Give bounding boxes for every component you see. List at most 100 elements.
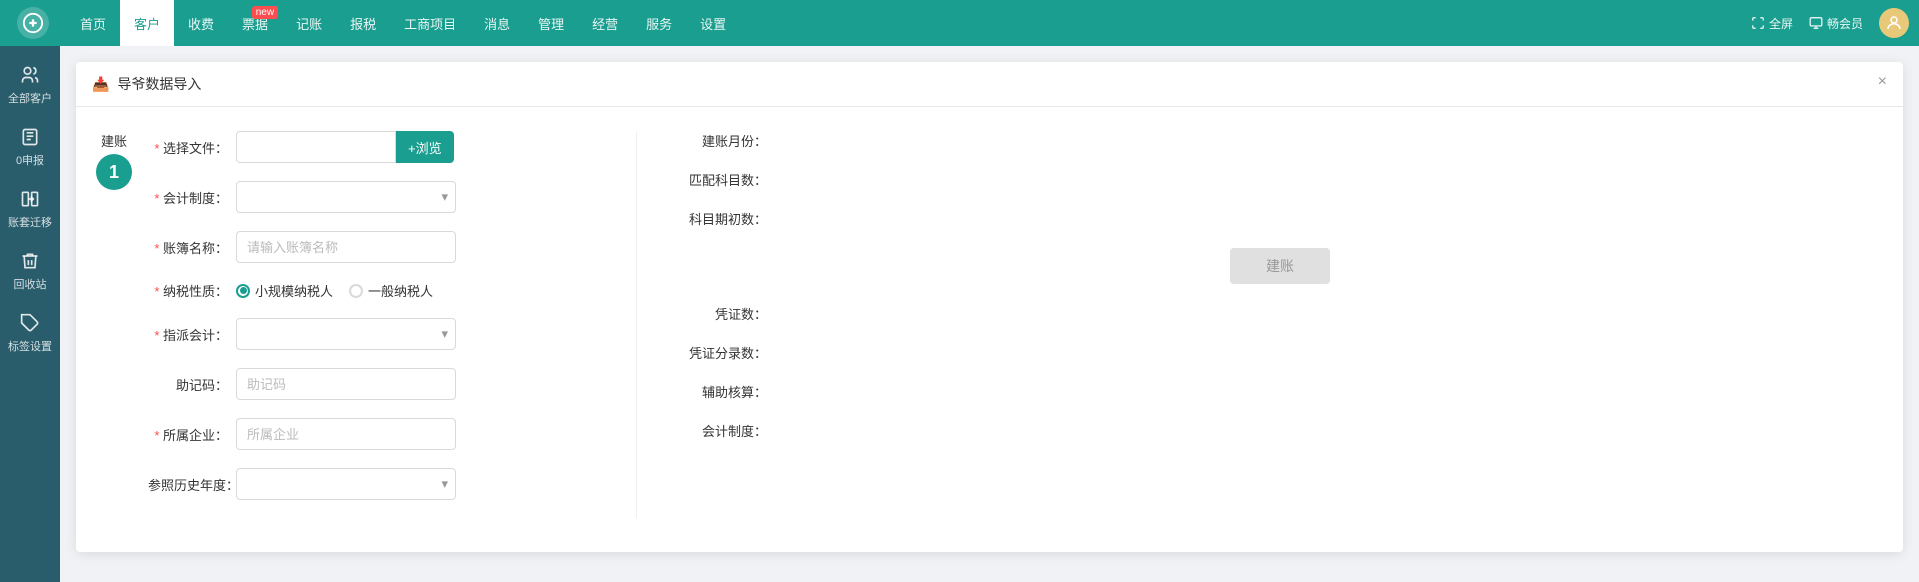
app-logo <box>10 0 56 46</box>
tax-type-row: 纳税性质： 小规模纳税人 一般纳税人 <box>148 281 616 300</box>
top-navigation: 首页 客户 收费 票据 new 记账 报税 工商项目 消息 管理 经营 服务 设… <box>0 0 1919 46</box>
tax-type-radio-group: 小规模纳税人 一般纳税人 <box>236 281 433 300</box>
nav-item-management[interactable]: 管理 <box>524 0 578 46</box>
ref-year-label: 参照历史年度： <box>148 475 228 494</box>
nav-item-home[interactable]: 首页 <box>66 0 120 46</box>
nav-item-fees[interactable]: 收费 <box>174 0 228 46</box>
sidebar-item-zero-report[interactable]: 0申报 <box>0 116 60 178</box>
sidebar-label-all-customers: 全部客户 <box>8 90 52 106</box>
voucher-count-label: 凭证数： <box>677 304 767 323</box>
radio-small-scale-icon <box>236 284 250 298</box>
file-label: 选择文件： <box>148 138 228 157</box>
nav-item-operation[interactable]: 经营 <box>578 0 632 46</box>
form-right-section: 建账月份： 匹配科目数： 科目期初数： 建账 凭证数： <box>636 131 1883 518</box>
browse-button[interactable]: +浏览 <box>396 131 454 163</box>
sidebar-label-tags: 标签设置 <box>8 338 52 354</box>
main-content: 📥 导爷数据导入 × 建账 1 选择文件： +浏览 <box>60 46 1919 582</box>
build-month-label: 建账月份： <box>677 131 767 150</box>
sidebar-label-trash: 回收站 <box>14 276 47 292</box>
radio-general-label: 一般纳税人 <box>368 281 433 300</box>
owner-enterprise-label: 所属企业： <box>148 425 228 444</box>
memo-code-input[interactable] <box>236 368 456 400</box>
step-indicator: 建账 1 <box>96 131 132 190</box>
file-input[interactable] <box>236 131 396 163</box>
accounting-system-select[interactable] <box>236 181 456 213</box>
right-accounting-system-row: 会计制度： <box>677 421 1883 440</box>
tax-general[interactable]: 一般纳税人 <box>349 281 433 300</box>
voucher-entries-row: 凭证分录数： <box>677 343 1883 362</box>
import-dialog: 📥 导爷数据导入 × 建账 1 选择文件： +浏览 <box>76 62 1903 552</box>
nav-items: 首页 客户 收费 票据 new 记账 报税 工商项目 消息 管理 经营 服务 设… <box>66 0 1751 46</box>
nav-right: 全屏 畅会员 <box>1751 8 1909 38</box>
aux-accounting-label: 辅助核算： <box>677 382 767 401</box>
owner-enterprise-row: 所属企业： <box>148 418 616 450</box>
init-balance-row: 科目期初数： <box>677 209 1883 228</box>
match-subjects-label: 匹配科目数： <box>677 170 767 189</box>
migrate-icon <box>19 188 41 210</box>
owner-enterprise-input[interactable] <box>236 418 456 450</box>
accounting-system-label: 会计制度： <box>148 188 228 207</box>
sidebar: 全部客户 0申报 账套迁移 回收站 <box>0 46 60 582</box>
accounting-system-wrapper: ▾ <box>236 181 456 213</box>
memo-code-label: 助记码： <box>148 375 228 394</box>
file-input-group: +浏览 <box>236 131 454 163</box>
sidebar-label-zero-report: 0申报 <box>16 152 44 168</box>
user-avatar[interactable] <box>1879 8 1909 38</box>
trash-icon <box>19 250 41 272</box>
init-balance-label: 科目期初数： <box>677 209 767 228</box>
sidebar-item-trash[interactable]: 回收站 <box>0 240 60 302</box>
assign-accountant-row: 指派会计： ▾ <box>148 318 616 350</box>
import-icon: 📥 <box>92 76 109 93</box>
match-subjects-row: 匹配科目数： <box>677 170 1883 189</box>
radio-small-scale-label: 小规模纳税人 <box>255 281 333 300</box>
users-icon <box>19 64 41 86</box>
close-button[interactable]: × <box>1878 74 1887 90</box>
assign-accountant-wrapper: ▾ <box>236 318 456 350</box>
ledger-name-label: 账簿名称： <box>148 238 228 257</box>
form-left-section: 建账 1 选择文件： +浏览 会计制度： <box>96 131 616 518</box>
report-icon <box>19 126 41 148</box>
new-badge: new <box>252 6 278 19</box>
voucher-count-row: 凭证数： <box>677 304 1883 323</box>
sidebar-item-tags[interactable]: 标签设置 <box>0 302 60 364</box>
file-row: 选择文件： +浏览 <box>148 131 616 163</box>
build-month-row: 建账月份： <box>677 131 1883 150</box>
nav-item-customers[interactable]: 客户 <box>120 0 174 46</box>
build-button[interactable]: 建账 <box>1230 248 1330 284</box>
ref-year-select[interactable] <box>236 468 456 500</box>
ref-year-row: 参照历史年度： ▾ <box>148 468 616 500</box>
accounting-system-row: 会计制度： ▾ <box>148 181 616 213</box>
tax-type-label: 纳税性质： <box>148 281 228 300</box>
assign-accountant-select[interactable] <box>236 318 456 350</box>
ref-year-wrapper: ▾ <box>236 468 456 500</box>
nav-item-messages[interactable]: 消息 <box>470 0 524 46</box>
step-label: 建账 <box>101 131 127 150</box>
nav-item-tickets[interactable]: 票据 new <box>228 0 282 46</box>
right-accounting-system-label: 会计制度： <box>677 421 767 440</box>
nav-item-services[interactable]: 服务 <box>632 0 686 46</box>
ledger-name-row: 账簿名称： <box>148 231 616 263</box>
nav-item-settings[interactable]: 设置 <box>686 0 740 46</box>
nav-item-tax[interactable]: 报税 <box>336 0 390 46</box>
nav-item-business[interactable]: 工商项目 <box>390 0 470 46</box>
step-circle: 1 <box>96 154 132 190</box>
sidebar-item-migrate[interactable]: 账套迁移 <box>0 178 60 240</box>
tag-icon <box>19 312 41 334</box>
form-fields: 选择文件： +浏览 会计制度： ▾ <box>148 131 616 518</box>
tax-small-scale[interactable]: 小规模纳税人 <box>236 281 333 300</box>
dialog-header: 📥 导爷数据导入 × <box>76 62 1903 107</box>
sidebar-label-migrate: 账套迁移 <box>8 214 52 230</box>
radio-general-icon <box>349 284 363 298</box>
fullscreen-button[interactable]: 全屏 <box>1751 15 1793 32</box>
member-button[interactable]: 畅会员 <box>1809 15 1863 32</box>
ledger-name-input[interactable] <box>236 231 456 263</box>
voucher-entries-label: 凭证分录数： <box>677 343 767 362</box>
sidebar-item-all-customers[interactable]: 全部客户 <box>0 54 60 116</box>
nav-item-bookkeeping[interactable]: 记账 <box>282 0 336 46</box>
dialog-title: 导爷数据导入 <box>117 74 201 94</box>
memo-code-row: 助记码： <box>148 368 616 400</box>
assign-accountant-label: 指派会计： <box>148 325 228 344</box>
member-label: 畅会员 <box>1827 15 1863 32</box>
dialog-body: 建账 1 选择文件： +浏览 会计制度： <box>76 107 1903 542</box>
aux-accounting-row: 辅助核算： <box>677 382 1883 401</box>
